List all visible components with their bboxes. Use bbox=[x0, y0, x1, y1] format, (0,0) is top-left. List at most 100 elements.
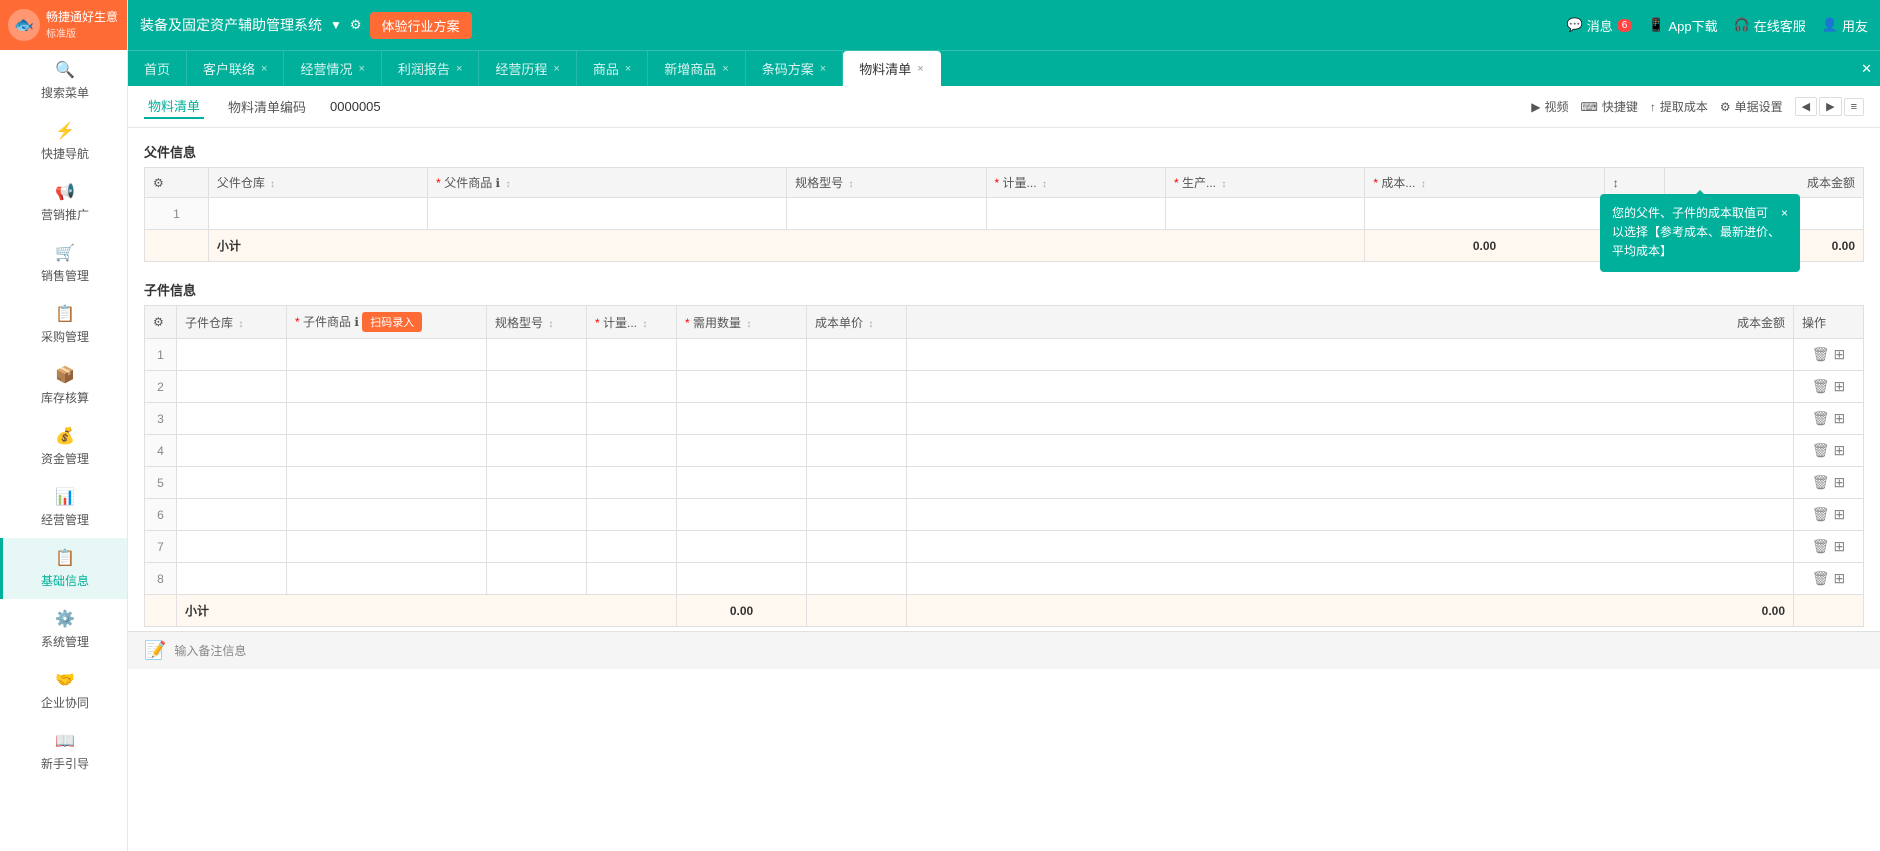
sub-tab-code[interactable]: 物料清单编码 bbox=[224, 95, 310, 118]
child-col-settings[interactable]: ⚙ bbox=[145, 306, 177, 339]
copy-icon-1[interactable]: ⊞ bbox=[1834, 346, 1846, 363]
video-button[interactable]: ▶ 视频 bbox=[1531, 98, 1568, 115]
delete-icon-8[interactable]: 🗑 bbox=[1812, 570, 1830, 587]
parent-col-spec[interactable]: 规格型号 ↕ bbox=[787, 168, 986, 198]
delete-icon-6[interactable]: 🗑 bbox=[1812, 506, 1830, 523]
child-price-4[interactable] bbox=[807, 435, 907, 467]
close-operation-tab[interactable]: × bbox=[358, 63, 364, 75]
close-product-tab[interactable]: × bbox=[625, 63, 631, 75]
sidebar-item-finance[interactable]: 💰 资金管理 bbox=[0, 416, 127, 477]
child-price-1[interactable] bbox=[807, 339, 907, 371]
child-spec-6[interactable] bbox=[487, 499, 587, 531]
shortcut-button[interactable]: ⌨ 快捷键 bbox=[1581, 98, 1638, 115]
single-settings-button[interactable]: ⚙ 单据设置 bbox=[1720, 98, 1783, 115]
tab-home[interactable]: 首页 bbox=[128, 51, 187, 86]
copy-icon-6[interactable]: ⊞ bbox=[1834, 506, 1846, 523]
child-product-5[interactable] bbox=[287, 467, 487, 499]
parent-col-product[interactable]: * 父件商品 ℹ ↕ bbox=[428, 168, 787, 198]
child-unit-5[interactable] bbox=[587, 467, 677, 499]
parent-production-cell[interactable] bbox=[1166, 198, 1365, 230]
child-qty-3[interactable] bbox=[677, 403, 807, 435]
child-price-3[interactable] bbox=[807, 403, 907, 435]
tooltip-close-button[interactable]: × bbox=[1781, 204, 1788, 223]
sidebar-item-quicknav[interactable]: ⚡ 快捷导航 bbox=[0, 111, 127, 172]
child-qty-2[interactable] bbox=[677, 371, 807, 403]
message-button[interactable]: 💬 消息 6 bbox=[1567, 16, 1633, 35]
parent-spec-cell[interactable] bbox=[787, 198, 986, 230]
sidebar-item-sales[interactable]: 🛒 销售管理 bbox=[0, 233, 127, 294]
tab-customer[interactable]: 客户联络 × bbox=[187, 51, 284, 86]
child-ops-2[interactable]: 🗑⊞ bbox=[1794, 371, 1864, 403]
parent-col-production[interactable]: * 生产... ↕ bbox=[1166, 168, 1365, 198]
child-col-unit[interactable]: * 计量... ↕ bbox=[587, 306, 677, 339]
child-spec-3[interactable] bbox=[487, 403, 587, 435]
child-warehouse-3[interactable] bbox=[177, 403, 287, 435]
child-col-qty[interactable]: * 需用数量 ↕ bbox=[677, 306, 807, 339]
delete-icon-1[interactable]: 🗑 bbox=[1812, 346, 1830, 363]
child-product-6[interactable] bbox=[287, 499, 487, 531]
copy-icon-2[interactable]: ⊞ bbox=[1834, 378, 1846, 395]
sidebar-item-guide[interactable]: 📖 新手引导 bbox=[0, 721, 127, 782]
child-ops-1[interactable]: 🗑⊞ bbox=[1794, 339, 1864, 371]
parent-col-warehouse[interactable]: 父件仓库 ↕ bbox=[208, 168, 427, 198]
parent-cost-cell[interactable] bbox=[1365, 198, 1604, 230]
tab-operation[interactable]: 经营情况 × bbox=[284, 51, 381, 86]
sidebar-item-system[interactable]: ⚙️ 系统管理 bbox=[0, 599, 127, 660]
delete-icon-3[interactable]: 🗑 bbox=[1812, 410, 1830, 427]
close-profit-tab[interactable]: × bbox=[456, 63, 462, 75]
child-col-warehouse[interactable]: 子件仓库 ↕ bbox=[177, 306, 287, 339]
close-newproduct-tab[interactable]: × bbox=[722, 63, 728, 75]
parent-unit-cell[interactable] bbox=[986, 198, 1165, 230]
child-warehouse-7[interactable] bbox=[177, 531, 287, 563]
online-service-button[interactable]: 🎧 在线客服 bbox=[1734, 16, 1806, 35]
trial-button[interactable]: 体验行业方案 bbox=[370, 12, 472, 39]
delete-icon-4[interactable]: 🗑 bbox=[1812, 442, 1830, 459]
list-view-button[interactable]: ≡ bbox=[1844, 98, 1864, 116]
prev-button[interactable]: ◀ bbox=[1795, 97, 1817, 116]
extract-cost-button[interactable]: ↑ 提取成本 bbox=[1650, 98, 1708, 115]
child-product-8[interactable] bbox=[287, 563, 487, 595]
child-qty-8[interactable] bbox=[677, 563, 807, 595]
child-qty-1[interactable] bbox=[677, 339, 807, 371]
app-download-button[interactable]: 📱 App下载 bbox=[1648, 16, 1717, 35]
close-bom-tab[interactable]: × bbox=[917, 63, 923, 75]
child-product-1[interactable] bbox=[287, 339, 487, 371]
child-warehouse-8[interactable] bbox=[177, 563, 287, 595]
close-history-tab[interactable]: × bbox=[553, 63, 559, 75]
child-spec-7[interactable] bbox=[487, 531, 587, 563]
close-customer-tab[interactable]: × bbox=[261, 63, 267, 75]
parent-col-cost[interactable]: * 成本... ↕ bbox=[1365, 168, 1604, 198]
parent-col-settings[interactable]: ⚙ bbox=[145, 168, 209, 198]
child-qty-4[interactable] bbox=[677, 435, 807, 467]
delete-icon-7[interactable]: 🗑 bbox=[1812, 538, 1830, 555]
child-unit-2[interactable] bbox=[587, 371, 677, 403]
child-qty-6[interactable] bbox=[677, 499, 807, 531]
parent-product-cell[interactable] bbox=[428, 198, 787, 230]
delete-icon-5[interactable]: 🗑 bbox=[1812, 474, 1830, 491]
sidebar-item-cooperation[interactable]: 🤝 企业协同 bbox=[0, 660, 127, 721]
child-warehouse-2[interactable] bbox=[177, 371, 287, 403]
sidebar-item-inventory[interactable]: 📦 库存核算 bbox=[0, 355, 127, 416]
child-product-2[interactable] bbox=[287, 371, 487, 403]
child-warehouse-4[interactable] bbox=[177, 435, 287, 467]
child-spec-2[interactable] bbox=[487, 371, 587, 403]
scan-input-button[interactable]: 扫码录入 bbox=[362, 312, 422, 332]
sidebar-item-marketing[interactable]: 📢 营销推广 bbox=[0, 172, 127, 233]
child-ops-8[interactable]: 🗑⊞ bbox=[1794, 563, 1864, 595]
tab-history[interactable]: 经营历程 × bbox=[479, 51, 576, 86]
copy-icon-3[interactable]: ⊞ bbox=[1834, 410, 1846, 427]
copy-icon-8[interactable]: ⊞ bbox=[1834, 570, 1846, 587]
copy-icon-4[interactable]: ⊞ bbox=[1834, 442, 1846, 459]
child-spec-5[interactable] bbox=[487, 467, 587, 499]
close-barcode-tab[interactable]: × bbox=[820, 63, 826, 75]
sidebar-item-search[interactable]: 🔍 搜索菜单 bbox=[0, 50, 127, 111]
child-ops-4[interactable]: 🗑⊞ bbox=[1794, 435, 1864, 467]
child-ops-6[interactable]: 🗑⊞ bbox=[1794, 499, 1864, 531]
child-product-7[interactable] bbox=[287, 531, 487, 563]
child-spec-4[interactable] bbox=[487, 435, 587, 467]
delete-icon-2[interactable]: 🗑 bbox=[1812, 378, 1830, 395]
child-product-3[interactable] bbox=[287, 403, 487, 435]
child-ops-7[interactable]: 🗑⊞ bbox=[1794, 531, 1864, 563]
tab-profit[interactable]: 利润报告 × bbox=[382, 51, 479, 86]
child-spec-1[interactable] bbox=[487, 339, 587, 371]
